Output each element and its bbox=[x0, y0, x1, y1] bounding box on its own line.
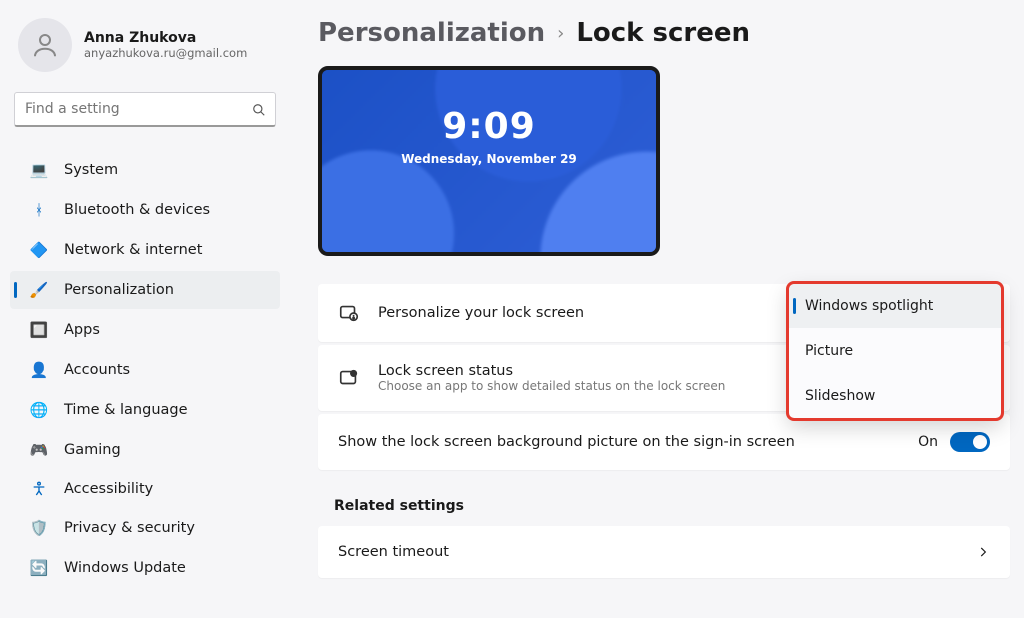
profile-block[interactable]: Anna Zhukova anyazhukova.ru@gmail.com bbox=[10, 12, 280, 78]
wifi-icon: 🔷 bbox=[30, 241, 48, 259]
personalize-card-wrapper: Personalize your lock screen Windows spo… bbox=[318, 284, 1010, 342]
search-input[interactable] bbox=[14, 92, 276, 127]
dropdown-option-slideshow[interactable]: Slideshow bbox=[789, 373, 1001, 418]
gaming-icon: 🎮 bbox=[30, 441, 48, 459]
apps-icon: 🔲 bbox=[30, 321, 48, 339]
dropdown-option-spotlight[interactable]: Windows spotlight bbox=[789, 284, 1001, 328]
toggle-state-text: On bbox=[918, 434, 938, 450]
sidebar-item-label: Accounts bbox=[64, 362, 130, 378]
toggle-switch[interactable] bbox=[950, 432, 990, 452]
avatar bbox=[18, 18, 72, 72]
sidebar-item-time-language[interactable]: 🌐 Time & language bbox=[10, 391, 280, 429]
sidebar-item-privacy[interactable]: 🛡️ Privacy & security bbox=[10, 509, 280, 547]
lock-screen-preview[interactable]: 9:09 Wednesday, November 29 bbox=[318, 66, 660, 256]
sidebar-item-network[interactable]: 🔷 Network & internet bbox=[10, 231, 280, 269]
chevron-right-icon: › bbox=[557, 23, 564, 44]
globe-icon: 🌐 bbox=[30, 401, 48, 419]
dropdown-option-picture[interactable]: Picture bbox=[789, 328, 1001, 373]
status-icon bbox=[338, 367, 360, 389]
search-box bbox=[14, 92, 276, 127]
related-settings-heading: Related settings bbox=[334, 498, 1010, 514]
user-name: Anna Zhukova bbox=[84, 30, 247, 46]
sidebar-item-accounts[interactable]: 👤 Accounts bbox=[10, 351, 280, 389]
sidebar-item-label: Accessibility bbox=[64, 481, 153, 497]
link-label: Screen timeout bbox=[338, 544, 449, 560]
sidebar-item-label: Time & language bbox=[64, 402, 188, 418]
update-icon: 🔄 bbox=[30, 559, 48, 577]
toggle-label: Show the lock screen background picture … bbox=[338, 434, 795, 450]
sidebar-item-label: Apps bbox=[64, 322, 100, 338]
main-content: Personalization › Lock screen 9:09 Wedne… bbox=[290, 0, 1024, 618]
accessibility-icon bbox=[30, 481, 48, 497]
nav-list: 💻 System ᚼ Bluetooth & devices 🔷 Network & … bbox=[10, 151, 280, 587]
sidebar-item-accessibility[interactable]: Accessibility bbox=[10, 471, 280, 507]
paintbrush-icon: 🖌️ bbox=[30, 281, 48, 299]
sidebar-item-label: Bluetooth & devices bbox=[64, 202, 210, 218]
sidebar: Anna Zhukova anyazhukova.ru@gmail.com 💻 S… bbox=[0, 0, 290, 618]
sidebar-item-label: Gaming bbox=[64, 442, 121, 458]
system-icon: 💻 bbox=[30, 161, 48, 179]
sidebar-item-bluetooth[interactable]: ᚼ Bluetooth & devices bbox=[10, 191, 280, 229]
card-title: Lock screen status bbox=[378, 363, 725, 379]
sidebar-item-personalization[interactable]: 🖌️ Personalization bbox=[10, 271, 280, 309]
sidebar-item-label: Windows Update bbox=[64, 560, 186, 576]
sidebar-item-label: Personalization bbox=[64, 282, 174, 298]
sidebar-item-apps[interactable]: 🔲 Apps bbox=[10, 311, 280, 349]
sidebar-item-label: Network & internet bbox=[64, 242, 202, 258]
search-icon bbox=[252, 103, 266, 117]
card-subtitle: Choose an app to show detailed status on… bbox=[378, 379, 725, 393]
sidebar-item-windows-update[interactable]: 🔄 Windows Update bbox=[10, 549, 280, 587]
bluetooth-icon: ᚼ bbox=[30, 201, 48, 219]
option-label: Picture bbox=[805, 343, 853, 359]
screen-timeout-row[interactable]: Screen timeout bbox=[318, 526, 1010, 578]
option-label: Windows spotlight bbox=[805, 298, 933, 314]
preview-time: 9:09 bbox=[322, 106, 656, 147]
signin-background-toggle-row: Show the lock screen background picture … bbox=[318, 414, 1010, 470]
breadcrumb-parent[interactable]: Personalization bbox=[318, 18, 545, 48]
option-label: Slideshow bbox=[805, 388, 875, 404]
lock-screen-icon bbox=[338, 302, 360, 324]
card-title: Personalize your lock screen bbox=[378, 305, 584, 321]
sidebar-item-label: System bbox=[64, 162, 118, 178]
chevron-right-icon bbox=[976, 545, 990, 559]
page-title: Lock screen bbox=[576, 18, 750, 48]
breadcrumb: Personalization › Lock screen bbox=[318, 18, 1010, 48]
person-icon bbox=[30, 30, 60, 60]
background-type-dropdown: Windows spotlight Picture Slideshow bbox=[788, 283, 1002, 419]
sidebar-item-label: Privacy & security bbox=[64, 520, 195, 536]
user-email: anyazhukova.ru@gmail.com bbox=[84, 46, 247, 60]
shield-icon: 🛡️ bbox=[30, 519, 48, 537]
sidebar-item-gaming[interactable]: 🎮 Gaming bbox=[10, 431, 280, 469]
preview-date: Wednesday, November 29 bbox=[322, 152, 656, 166]
sidebar-item-system[interactable]: 💻 System bbox=[10, 151, 280, 189]
accounts-icon: 👤 bbox=[30, 361, 48, 379]
